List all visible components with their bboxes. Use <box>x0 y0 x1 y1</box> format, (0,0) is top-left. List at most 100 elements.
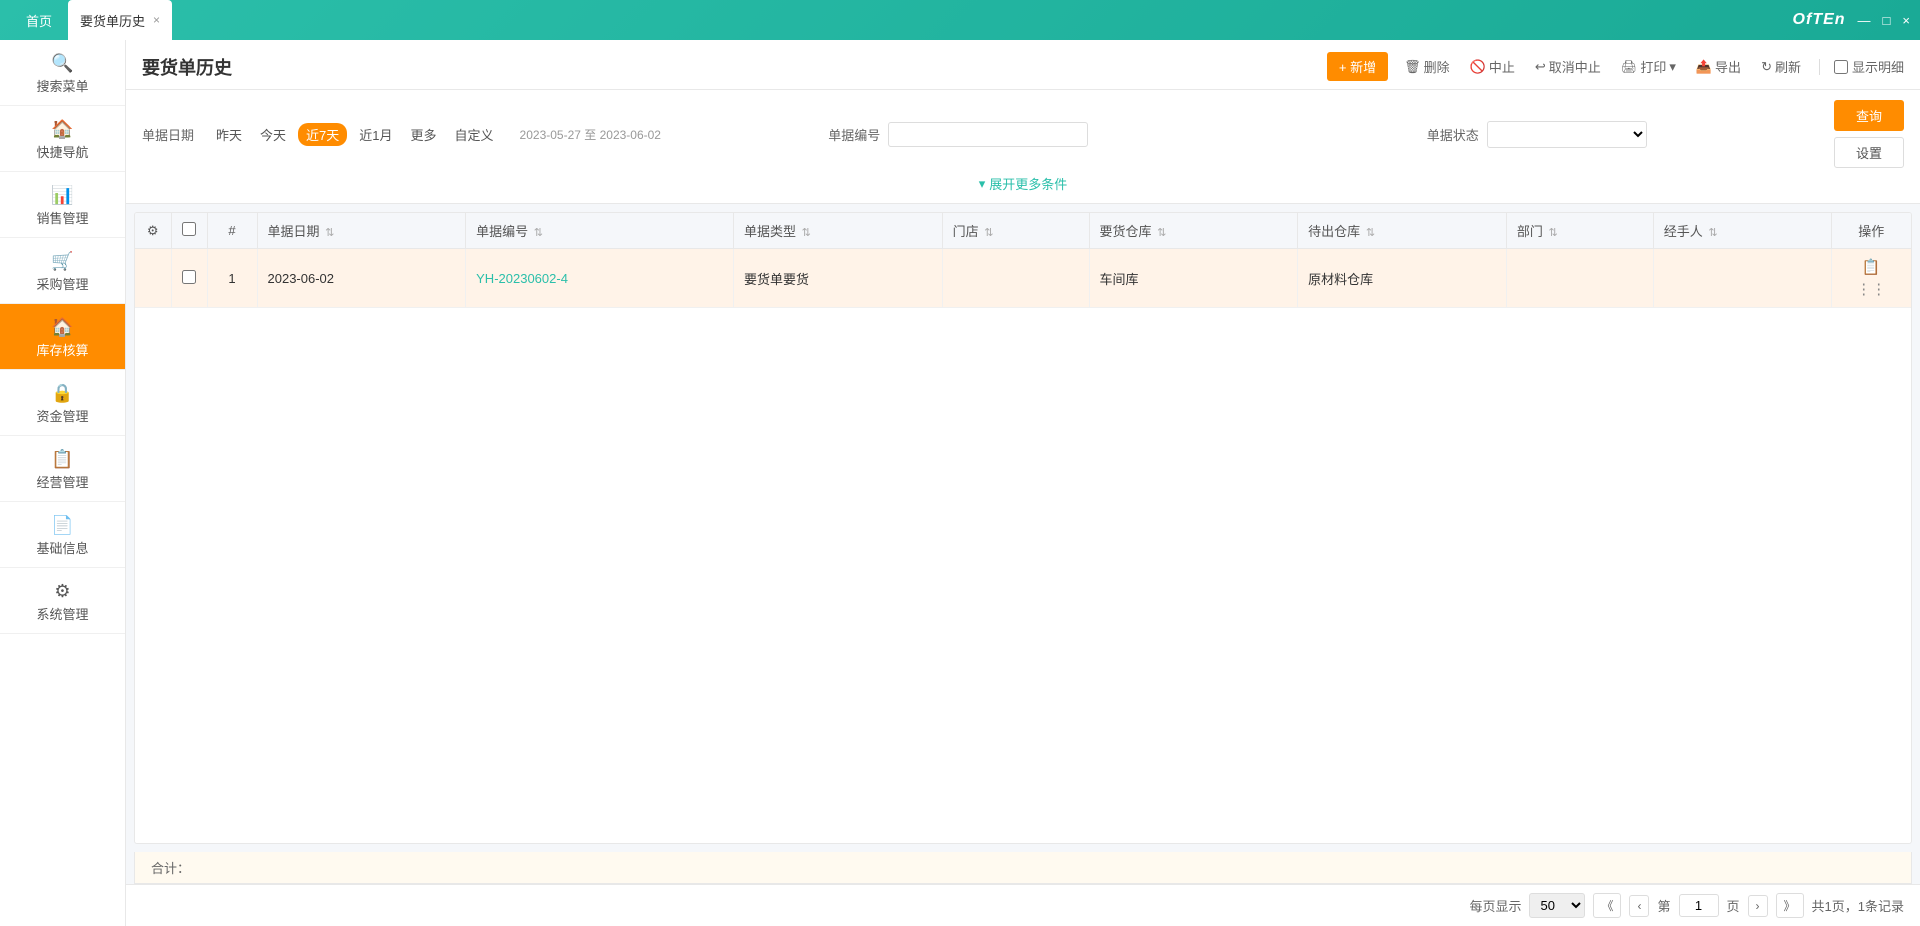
divider <box>1819 59 1820 75</box>
col-order-type: 单据类型 ⇅ <box>734 213 943 249</box>
col-settings[interactable]: ⚙ <box>135 213 171 249</box>
export-label: 导出 <box>1715 57 1741 76</box>
sidebar-item-basic-info[interactable]: 📄 基础信息 <box>0 502 125 568</box>
pagination-bar: 每页显示 50 20 100 200 《 ‹ 第 页 › 》 共1页，1条记录 <box>126 884 1920 926</box>
sidebar-label-sys-mgmt: 系统管理 <box>36 604 88 623</box>
col-order-type-sort-icon[interactable]: ⇅ <box>802 227 811 239</box>
last-page-button[interactable]: 》 <box>1776 893 1804 918</box>
delete-button[interactable]: 🗑 删除 <box>1400 53 1454 80</box>
col-handler: 经手人 ⇅ <box>1653 213 1831 249</box>
sidebar-item-purchase-mgmt[interactable]: 🛒 采购管理 <box>0 238 125 304</box>
print-label: 打印 <box>1640 57 1666 76</box>
sidebar-item-operations-mgmt[interactable]: 📋 经营管理 <box>0 436 125 502</box>
row-checkbox[interactable] <box>182 270 196 284</box>
col-operation: 操作 <box>1831 213 1911 249</box>
sidebar-label-sales-mgmt: 销售管理 <box>36 208 88 227</box>
date-opt-custom[interactable]: 自定义 <box>449 123 500 146</box>
per-page-select[interactable]: 50 20 100 200 <box>1529 893 1585 918</box>
sidebar-label-search-menu: 搜索菜单 <box>36 76 88 95</box>
stop-button[interactable]: 🚫 中止 <box>1466 53 1519 80</box>
table-row: 1 2023-06-02 YH-20230602-4 要货单要货 车间库 原材料… <box>135 249 1911 308</box>
stop-icon: 🚫 <box>1470 59 1486 75</box>
sidebar-item-quick-nav[interactable]: 🏠 快捷导航 <box>0 106 125 172</box>
sidebar-item-search-menu[interactable]: 🔍 搜索菜单 <box>0 40 125 106</box>
col-handler-sort-icon[interactable]: ⇅ <box>1708 227 1717 239</box>
date-opt-7days[interactable]: 近7天 <box>298 123 347 146</box>
filter-bar: 单据日期 昨天 今天 近7天 近1月 更多 自定义 2023-05-27 至 2… <box>126 90 1920 204</box>
settings-button[interactable]: 设置 <box>1834 137 1904 168</box>
window-minimize[interactable]: — <box>1858 13 1871 28</box>
print-dropdown-icon: ▾ <box>1669 59 1676 75</box>
tab-home[interactable]: 首页 <box>10 0 68 40</box>
tab-active[interactable]: 要货单历史 × <box>68 0 172 40</box>
row-date-cell: 2023-06-02 <box>257 249 466 308</box>
select-all-checkbox[interactable] <box>182 222 196 236</box>
expand-more-label: 展开更多条件 <box>989 174 1067 193</box>
col-dept-sort-icon[interactable]: ⇅ <box>1548 227 1557 239</box>
col-date-sort-icon[interactable]: ⇅ <box>325 227 334 239</box>
window-maximize[interactable]: □ <box>1883 13 1891 28</box>
status-select[interactable] <box>1487 121 1647 148</box>
expand-chevron-icon: ▾ <box>979 176 986 192</box>
col-store-sort-icon[interactable]: ⇅ <box>984 227 993 239</box>
query-button[interactable]: 查询 <box>1834 100 1904 131</box>
per-page-label: 每页显示 <box>1469 896 1521 915</box>
date-options: 昨天 今天 近7天 近1月 更多 自定义 <box>210 123 500 146</box>
purchase-icon: 🛒 <box>51 252 73 270</box>
query-buttons: 查询 设置 <box>1834 100 1904 168</box>
col-req-warehouse-sort-icon[interactable]: ⇅ <box>1157 227 1166 239</box>
col-req-warehouse-label: 要货仓库 <box>1100 224 1152 239</box>
delete-icon: 🗑 <box>1404 59 1421 75</box>
first-page-button[interactable]: 《 <box>1593 893 1621 918</box>
filter-row-1: 单据日期 昨天 今天 近7天 近1月 更多 自定义 2023-05-27 至 2… <box>142 100 1904 168</box>
status-label: 单据状态 <box>1427 125 1479 144</box>
row-order-type-cell: 要货单要货 <box>734 249 943 308</box>
search-icon: 🔍 <box>51 54 73 72</box>
prev-page-button[interactable]: ‹ <box>1629 895 1649 917</box>
date-opt-1month[interactable]: 近1月 <box>353 123 398 146</box>
cancel-stop-button[interactable]: ↩ 取消中止 <box>1531 53 1605 80</box>
sidebar-item-inventory-calc[interactable]: 🏠 库存核算 <box>0 304 125 370</box>
display-detail-button[interactable]: 显示明细 <box>1834 57 1904 76</box>
expand-more-btn[interactable]: ▾ 展开更多条件 <box>142 174 1904 193</box>
col-pending-warehouse-sort-icon[interactable]: ⇅ <box>1366 227 1375 239</box>
col-order-no-sort-icon[interactable]: ⇅ <box>534 227 543 239</box>
cancel-stop-icon: ↩ <box>1535 59 1546 75</box>
tab-close-icon[interactable]: × <box>153 13 160 27</box>
refresh-button[interactable]: ↻ 刷新 <box>1757 53 1805 80</box>
new-button[interactable]: + 新增 <box>1327 52 1388 81</box>
display-detail-checkbox[interactable] <box>1834 60 1848 74</box>
sidebar-item-sys-mgmt[interactable]: ⚙ 系统管理 <box>0 568 125 634</box>
row-checkbox-cell <box>171 249 207 308</box>
row-order-no-link[interactable]: YH-20230602-4 <box>476 271 568 286</box>
table-area: ⚙ # 单据日期 ⇅ 单据编号 ⇅ <box>134 212 1912 844</box>
row-more-button[interactable]: ⋮⋮ <box>1854 278 1888 300</box>
date-opt-yesterday[interactable]: 昨天 <box>210 123 248 146</box>
window-close[interactable]: × <box>1902 13 1910 28</box>
export-button[interactable]: 📤 导出 <box>1692 53 1745 80</box>
basic-info-icon: 📄 <box>51 516 73 534</box>
row-num-cell: 1 <box>207 249 257 308</box>
col-pending-warehouse: 待出仓库 ⇅ <box>1298 213 1507 249</box>
sys-mgmt-icon: ⚙ <box>54 582 70 600</box>
row-edit-button[interactable]: 📋 <box>1860 256 1883 278</box>
next-page-button[interactable]: › <box>1748 895 1768 917</box>
footer-total-label: 合计： <box>151 861 190 876</box>
sidebar: 🔍 搜索菜单 🏠 快捷导航 📊 销售管理 🛒 采购管理 🏠 库存核算 🔒 资金管… <box>0 40 126 926</box>
print-icon: 🖨 <box>1621 59 1638 75</box>
table-footer: 合计： <box>134 852 1912 884</box>
print-button[interactable]: 🖨 打印 ▾ <box>1617 53 1680 80</box>
order-no-input[interactable] <box>888 122 1088 147</box>
date-opt-today[interactable]: 今天 <box>254 123 292 146</box>
row-store-cell <box>942 249 1089 308</box>
row-handler-cell <box>1653 249 1831 308</box>
sidebar-item-funds-mgmt[interactable]: 🔒 资金管理 <box>0 370 125 436</box>
col-order-no: 单据编号 ⇅ <box>466 213 734 249</box>
display-detail-label: 显示明细 <box>1852 57 1904 76</box>
row-pending-warehouse-cell: 原材料仓库 <box>1298 249 1507 308</box>
order-no-filter: 单据编号 <box>677 122 1240 147</box>
page-number-input[interactable] <box>1679 894 1719 917</box>
refresh-icon: ↻ <box>1761 59 1772 75</box>
sidebar-item-sales-mgmt[interactable]: 📊 销售管理 <box>0 172 125 238</box>
date-opt-more[interactable]: 更多 <box>405 123 443 146</box>
